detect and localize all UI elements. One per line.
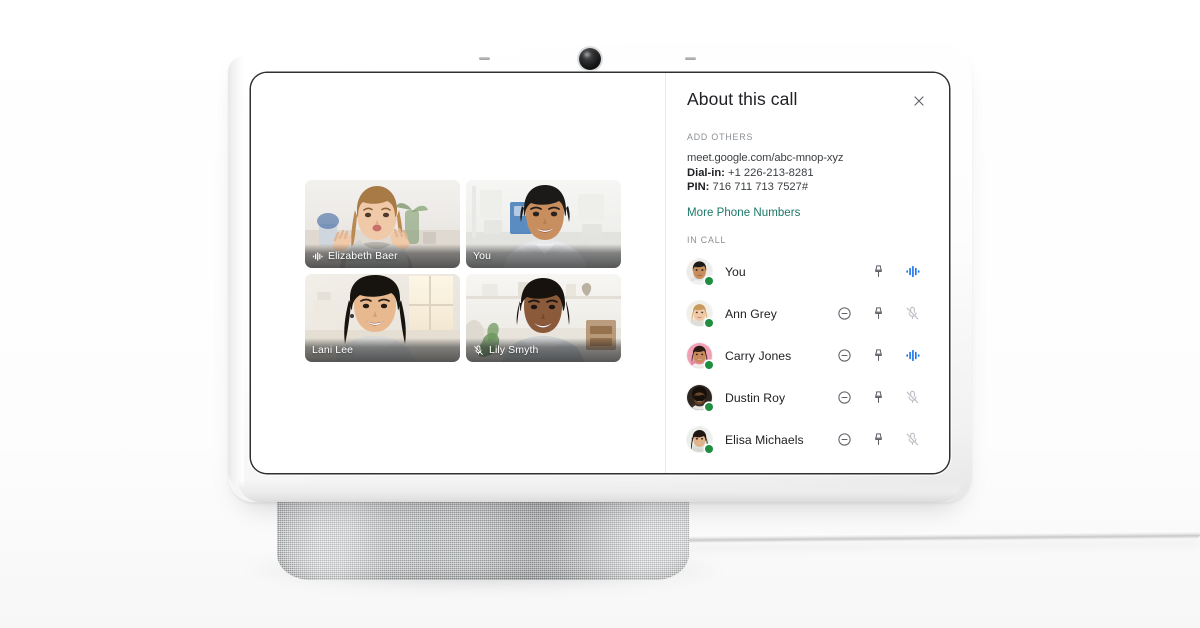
remove-participant-icon[interactable]: [827, 384, 861, 412]
online-status-dot: [705, 277, 713, 285]
participant-name: Carry Jones: [725, 348, 792, 363]
pin-icon: [874, 433, 882, 446]
video-tile-name: Lani Lee: [312, 344, 354, 356]
circle-minus-icon: [837, 349, 851, 362]
participant-name: Ann Grey: [725, 306, 777, 321]
participant-list: You Ann Grey Carry Jones Dustin Roy Elis…: [687, 251, 929, 461]
participant-row[interactable]: Ann Grey: [687, 293, 929, 335]
video-grid: Elizabeth Baer You Lani Lee Lily Smyth: [305, 180, 621, 362]
dial-in-line: Dial-in: +1 226-213-8281: [687, 166, 929, 181]
participant-name: You: [725, 264, 746, 279]
video-tile[interactable]: Lani Lee: [305, 274, 460, 362]
add-others-label: ADD OTHERS: [687, 132, 754, 142]
video-tile-label: Lily Smyth: [466, 338, 621, 362]
camera-glint: [584, 52, 590, 57]
remove-participant-icon[interactable]: [827, 426, 861, 454]
speaker-highlight: [277, 492, 689, 580]
avatar: [687, 259, 713, 285]
participant-name: Dustin Roy: [725, 390, 786, 405]
participant-actions: [827, 300, 929, 328]
power-cable-shadow: [664, 540, 1200, 554]
pin-participant-icon[interactable]: [861, 384, 895, 412]
panel-title: About this call: [687, 89, 798, 109]
pin-label: PIN:: [687, 181, 710, 193]
participant-actions: [827, 258, 929, 286]
video-tile-label: Lani Lee: [305, 338, 460, 362]
muted-mic-icon: [906, 306, 918, 320]
avatar: [687, 427, 713, 453]
circle-minus-icon: [837, 307, 851, 320]
dial-in-label: Dial-in:: [687, 166, 725, 179]
more-phone-numbers-link[interactable]: More Phone Numbers: [687, 207, 800, 219]
device-bottom-edge: [238, 480, 962, 502]
mic-off-icon[interactable]: [895, 426, 929, 454]
device-left-edge: [228, 56, 244, 486]
camera-lens-icon: [579, 48, 601, 70]
speaking-waveform-icon: [905, 349, 919, 362]
list-bottom-fade: [666, 463, 949, 473]
video-tile-name: Elizabeth Baer: [328, 250, 398, 262]
online-status-dot: [705, 445, 713, 453]
device-screen: Elizabeth Baer You Lani Lee Lily Smyth A…: [251, 73, 949, 473]
microphone-slot-left-icon: [479, 57, 490, 60]
audio-waveform-icon[interactable]: [895, 258, 929, 286]
mic-off-icon: [474, 345, 483, 355]
participant-actions: [827, 426, 929, 454]
video-tile-name: You: [473, 250, 492, 262]
video-tile-name: Lily Smyth: [489, 344, 539, 356]
avatar: [687, 343, 713, 369]
pin-number: 716 711 713 7527#: [712, 181, 809, 193]
online-status-dot: [705, 403, 713, 411]
meet-url[interactable]: meet.google.com/abc-mnop-xyz: [687, 151, 929, 166]
close-x-icon: [914, 96, 924, 106]
about-this-call-panel: About this call ADD OTHERS meet.google.c…: [666, 73, 949, 473]
video-tile[interactable]: Lily Smyth: [466, 274, 621, 362]
participant-actions: [827, 342, 929, 370]
participant-actions: [827, 384, 929, 412]
display-device-body: Elizabeth Baer You Lani Lee Lily Smyth A…: [228, 42, 972, 502]
participant-row[interactable]: You: [687, 251, 929, 293]
audio-waveform-icon: [312, 251, 323, 261]
mic-off-icon[interactable]: [895, 384, 929, 412]
video-tile-label: Elizabeth Baer: [305, 244, 460, 268]
avatar: [687, 301, 713, 327]
participant-row[interactable]: Elisa Michaels: [687, 419, 929, 461]
audio-waveform-icon[interactable]: [895, 342, 929, 370]
avatar: [687, 385, 713, 411]
microphone-slot-right-icon: [685, 57, 696, 60]
video-tile[interactable]: You: [466, 180, 621, 268]
video-grid-pane: Elizabeth Baer You Lani Lee Lily Smyth: [251, 73, 665, 473]
in-call-label: IN CALL: [687, 234, 727, 245]
pin-participant-icon[interactable]: [861, 426, 895, 454]
video-tile[interactable]: Elizabeth Baer: [305, 180, 460, 268]
pin-participant-icon[interactable]: [861, 300, 895, 328]
pin-line: PIN: 716 711 713 7527#: [687, 180, 929, 195]
panel-header: About this call: [687, 89, 929, 111]
remove-participant-icon[interactable]: [827, 342, 861, 370]
circle-minus-icon: [837, 391, 851, 404]
pin-icon: [874, 349, 882, 362]
close-icon[interactable]: [909, 91, 929, 111]
speaking-waveform-icon: [905, 265, 919, 278]
remove-participant-icon[interactable]: [827, 300, 861, 328]
dial-in-number: +1 226-213-8281: [728, 166, 814, 179]
circle-minus-icon: [837, 433, 851, 446]
pin-icon: [874, 391, 882, 404]
muted-mic-icon: [906, 432, 918, 446]
product-photo-stage: Elizabeth Baer You Lani Lee Lily Smyth A…: [0, 0, 1200, 628]
pin-icon: [874, 265, 882, 278]
online-status-dot: [705, 361, 713, 369]
pin-participant-icon[interactable]: [861, 258, 895, 286]
dial-in-info: meet.google.com/abc-mnop-xyz Dial-in: +1…: [687, 151, 929, 195]
mic-off-icon[interactable]: [895, 300, 929, 328]
participant-row[interactable]: Carry Jones: [687, 335, 929, 377]
participant-row[interactable]: Dustin Roy: [687, 377, 929, 419]
participant-name: Elisa Michaels: [725, 432, 804, 447]
video-tile-label: You: [466, 244, 621, 268]
online-status-dot: [705, 319, 713, 327]
pin-participant-icon[interactable]: [861, 342, 895, 370]
muted-mic-icon: [906, 390, 918, 404]
speaker-base: [277, 492, 689, 580]
pin-icon: [874, 307, 882, 320]
